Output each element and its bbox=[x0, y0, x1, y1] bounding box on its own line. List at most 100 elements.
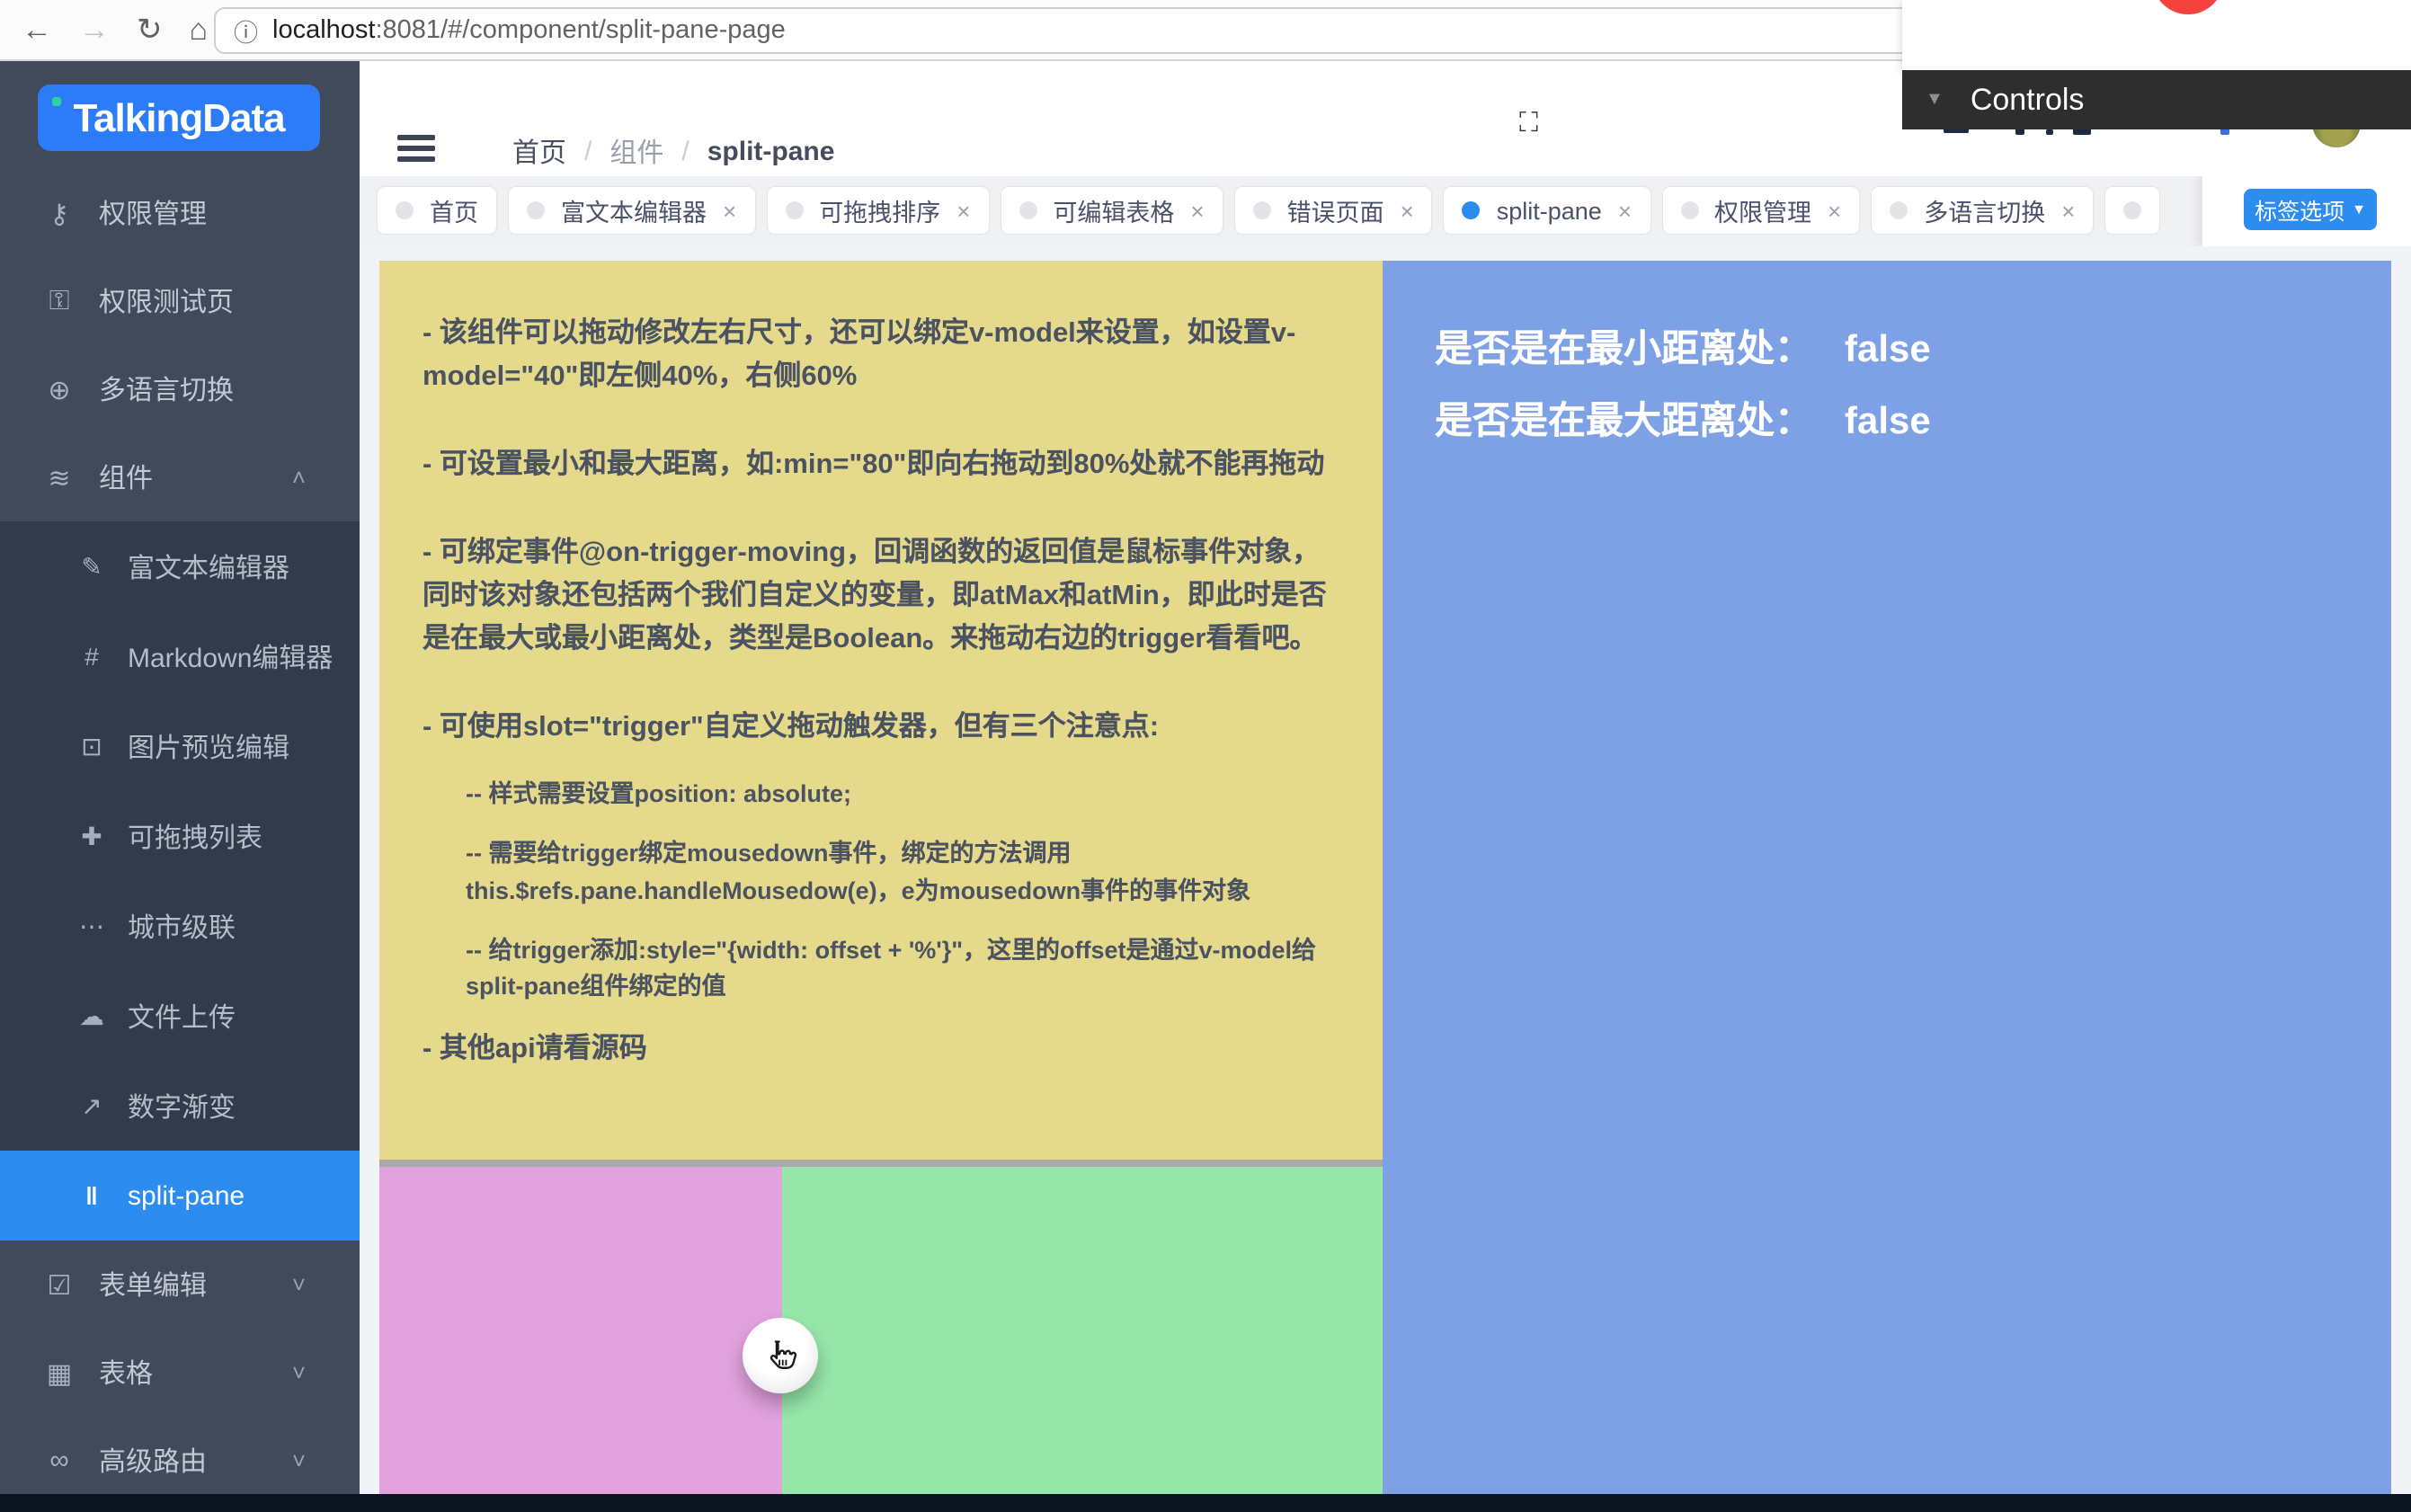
sidebar-item-label: Markdown编辑器 bbox=[128, 643, 334, 673]
sidebar-item-form-edit[interactable]: ☑ 表单编辑 ˅ bbox=[0, 1241, 360, 1329]
globe-icon: ⊕ bbox=[48, 375, 71, 405]
sidebar-nav: ⚷ 权限管理 ⚿ 权限测试页 ⊕ 多语言切换 ≋ 组件 ˄ ✎ 富文本编辑器 #… bbox=[0, 169, 360, 1505]
sidebar-item-permission-test[interactable]: ⚿ 权限测试页 bbox=[0, 257, 360, 345]
tab-partial[interactable] bbox=[2105, 187, 2160, 234]
refresh-button[interactable]: ↻ bbox=[137, 12, 163, 48]
status-value: false bbox=[1845, 401, 1931, 442]
sidebar-item-label: 富文本编辑器 bbox=[128, 553, 290, 583]
split-drag-trigger[interactable] bbox=[743, 1318, 818, 1393]
table-icon: ▦ bbox=[46, 1358, 73, 1389]
chevron-down-icon: ˅ bbox=[291, 1359, 306, 1386]
sidebar-item-label: 权限测试页 bbox=[99, 288, 235, 318]
hash-icon: # bbox=[85, 642, 99, 671]
sidebar-item-components[interactable]: ≋ 组件 ˄ bbox=[0, 433, 360, 521]
split-pane-demo: - 该组件可以拖动修改左右尺寸，还可以绑定v-model来设置，如设置v-mod… bbox=[379, 261, 2391, 1505]
tab-close-icon[interactable]: × bbox=[1828, 197, 1841, 224]
tab-label: split-pane bbox=[1496, 197, 1602, 224]
tab-dot-icon bbox=[1680, 201, 1699, 219]
sidebar-item-label: 数字渐变 bbox=[128, 1092, 236, 1123]
tab-close-icon[interactable]: × bbox=[1401, 197, 1414, 224]
sidebar-item-city-cascade[interactable]: ⋯ 城市级联 bbox=[0, 881, 360, 971]
doc-pane: - 该组件可以拖动修改左右尺寸，还可以绑定v-model来设置，如设置v-mod… bbox=[379, 261, 1383, 1160]
controls-header[interactable]: ▼ Controls bbox=[1902, 70, 2411, 129]
sidebar-item-table[interactable]: ▦ 表格 ˅ bbox=[0, 1329, 360, 1417]
back-button[interactable]: ← bbox=[22, 12, 52, 48]
inner-right-pane bbox=[782, 1167, 1383, 1505]
checkbox-icon: ☑ bbox=[47, 1270, 72, 1301]
sidebar-item-markdown-editor[interactable]: # Markdown编辑器 bbox=[0, 611, 360, 701]
logo-text: TalkingData bbox=[73, 94, 285, 139]
sidebar-item-label: 表格 bbox=[99, 1359, 154, 1390]
address-bar[interactable]: ⓘ localhost:8081/#/component/split-pane-… bbox=[214, 7, 2084, 54]
breadcrumb-components[interactable]: 组件 bbox=[609, 133, 663, 171]
tab-close-icon[interactable]: × bbox=[1190, 197, 1204, 224]
red-circle-icon bbox=[2152, 0, 2224, 14]
chevron-up-icon: ˄ bbox=[291, 464, 306, 491]
lock-icon: ⚿ bbox=[49, 286, 70, 316]
inner-left-pane bbox=[379, 1167, 782, 1505]
horizontal-split-divider[interactable] bbox=[379, 1160, 1383, 1167]
status-line-max: 是否是在最大距离处： false bbox=[1435, 387, 2391, 458]
crop-icon: ⊡ bbox=[81, 731, 102, 760]
pause-icon: ‖ bbox=[85, 1181, 98, 1210]
tab-label: 权限管理 bbox=[1714, 200, 1812, 227]
tab-dot-icon bbox=[1019, 201, 1037, 219]
sidebar-item-label: split-pane bbox=[128, 1180, 245, 1211]
tab-close-icon[interactable]: × bbox=[956, 197, 970, 224]
tab-dot-icon bbox=[2123, 201, 2142, 219]
sidebar-item-split-pane[interactable]: ‖ split-pane bbox=[0, 1151, 360, 1241]
tab-error-page[interactable]: 错误页面 × bbox=[1234, 187, 1432, 234]
tab-permission-management[interactable]: 权限管理 × bbox=[1662, 187, 1860, 234]
tab-draggable-sort[interactable]: 可拖拽排序 × bbox=[767, 187, 989, 234]
sidebar-item-file-upload[interactable]: ☁ 文件上传 bbox=[0, 971, 360, 1061]
doc-paragraph: - 可设置最小和最大距离，如:min="80"即向右拖动到80%处就不能再拖动 bbox=[423, 449, 1325, 481]
doc-paragraph: - 其他api请看源码 bbox=[423, 1034, 647, 1065]
sidebar-item-advanced-router[interactable]: ∞ 高级路由 ˅ bbox=[0, 1417, 360, 1505]
tab-language-switch[interactable]: 多语言切换 × bbox=[1872, 187, 2094, 234]
browser-window: ← → ↻ ⌂ ⓘ localhost:8081/#/component/spl… bbox=[0, 0, 2411, 1512]
tab-label: 首页 bbox=[430, 200, 478, 227]
tab-home[interactable]: 首页 bbox=[378, 187, 496, 234]
caret-down-icon: ▼ bbox=[1926, 90, 1944, 110]
url-host: localhost bbox=[272, 16, 376, 45]
tab-close-icon[interactable]: × bbox=[723, 197, 736, 224]
tab-close-icon[interactable]: × bbox=[2061, 197, 2075, 224]
tab-rich-text-editor[interactable]: 富文本编辑器 × bbox=[509, 187, 755, 234]
chevron-down-icon: ˅ bbox=[291, 1271, 306, 1298]
sidebar-item-draggable-list[interactable]: ✚ 可拖拽列表 bbox=[0, 791, 360, 881]
status-label: 是否是在最小距离处： bbox=[1435, 329, 1812, 370]
components-submenu: ✎ 富文本编辑器 # Markdown编辑器 ⊡ 图片预览编辑 ✚ 可拖拽列表 … bbox=[0, 521, 360, 1241]
doc-paragraph: - 可绑定事件@on-trigger-moving，回调函数的返回值是鼠标事件对… bbox=[423, 538, 1327, 655]
breadcrumb-separator: / bbox=[584, 137, 592, 167]
url-path: :8081/#/component/split-pane-page bbox=[375, 16, 786, 45]
doc-paragraph: - 该组件可以拖动修改左右尺寸，还可以绑定v-model来设置，如设置v-mod… bbox=[423, 318, 1296, 393]
tab-split-pane[interactable]: split-pane × bbox=[1444, 187, 1650, 234]
sidebar-item-language-switch[interactable]: ⊕ 多语言切换 bbox=[0, 345, 360, 433]
forward-button[interactable]: → bbox=[79, 12, 110, 48]
tab-close-icon[interactable]: × bbox=[1618, 197, 1632, 224]
breadcrumb-home[interactable]: 首页 bbox=[512, 133, 566, 171]
sidebar-collapse-button[interactable] bbox=[397, 135, 435, 167]
sidebar-item-rich-text-editor[interactable]: ✎ 富文本编辑器 bbox=[0, 521, 360, 611]
tab-label: 富文本编辑器 bbox=[561, 200, 707, 227]
status-lines: 是否是在最小距离处： false 是否是在最大距离处： false bbox=[1383, 261, 2391, 458]
tab-editable-table[interactable]: 可编辑表格 × bbox=[1001, 187, 1223, 234]
tag-options-button[interactable]: 标签选项 ▼ bbox=[2244, 189, 2377, 230]
sidebar-item-label: 多语言切换 bbox=[99, 376, 235, 406]
logo[interactable]: TalkingData bbox=[38, 84, 320, 151]
trending-up-icon: ↗ bbox=[81, 1090, 102, 1119]
ellipsis-icon: ⋯ bbox=[79, 911, 104, 939]
sidebar-item-image-preview-edit[interactable]: ⊡ 图片预览编辑 bbox=[0, 701, 360, 791]
sidebar-item-number-gradient[interactable]: ↗ 数字渐变 bbox=[0, 1061, 360, 1151]
home-button[interactable]: ⌂ bbox=[190, 12, 209, 48]
tab-dot-icon bbox=[1462, 201, 1481, 219]
fullscreen-icon[interactable]: ⛶ bbox=[1519, 108, 1538, 138]
hidden-icon-stub bbox=[2046, 129, 2053, 135]
tab-label: 可拖拽排序 bbox=[819, 200, 941, 227]
sidebar-item-permission-management[interactable]: ⚷ 权限管理 bbox=[0, 169, 360, 257]
tag-options-label: 标签选项 bbox=[2255, 200, 2345, 225]
site-info-icon[interactable]: ⓘ bbox=[234, 13, 258, 49]
doc-note: -- 需要给trigger绑定mousedown事件，绑定的方法调用this.$… bbox=[466, 840, 1251, 904]
infinity-icon: ∞ bbox=[49, 1445, 69, 1476]
caret-down-icon: ▼ bbox=[2352, 201, 2366, 218]
